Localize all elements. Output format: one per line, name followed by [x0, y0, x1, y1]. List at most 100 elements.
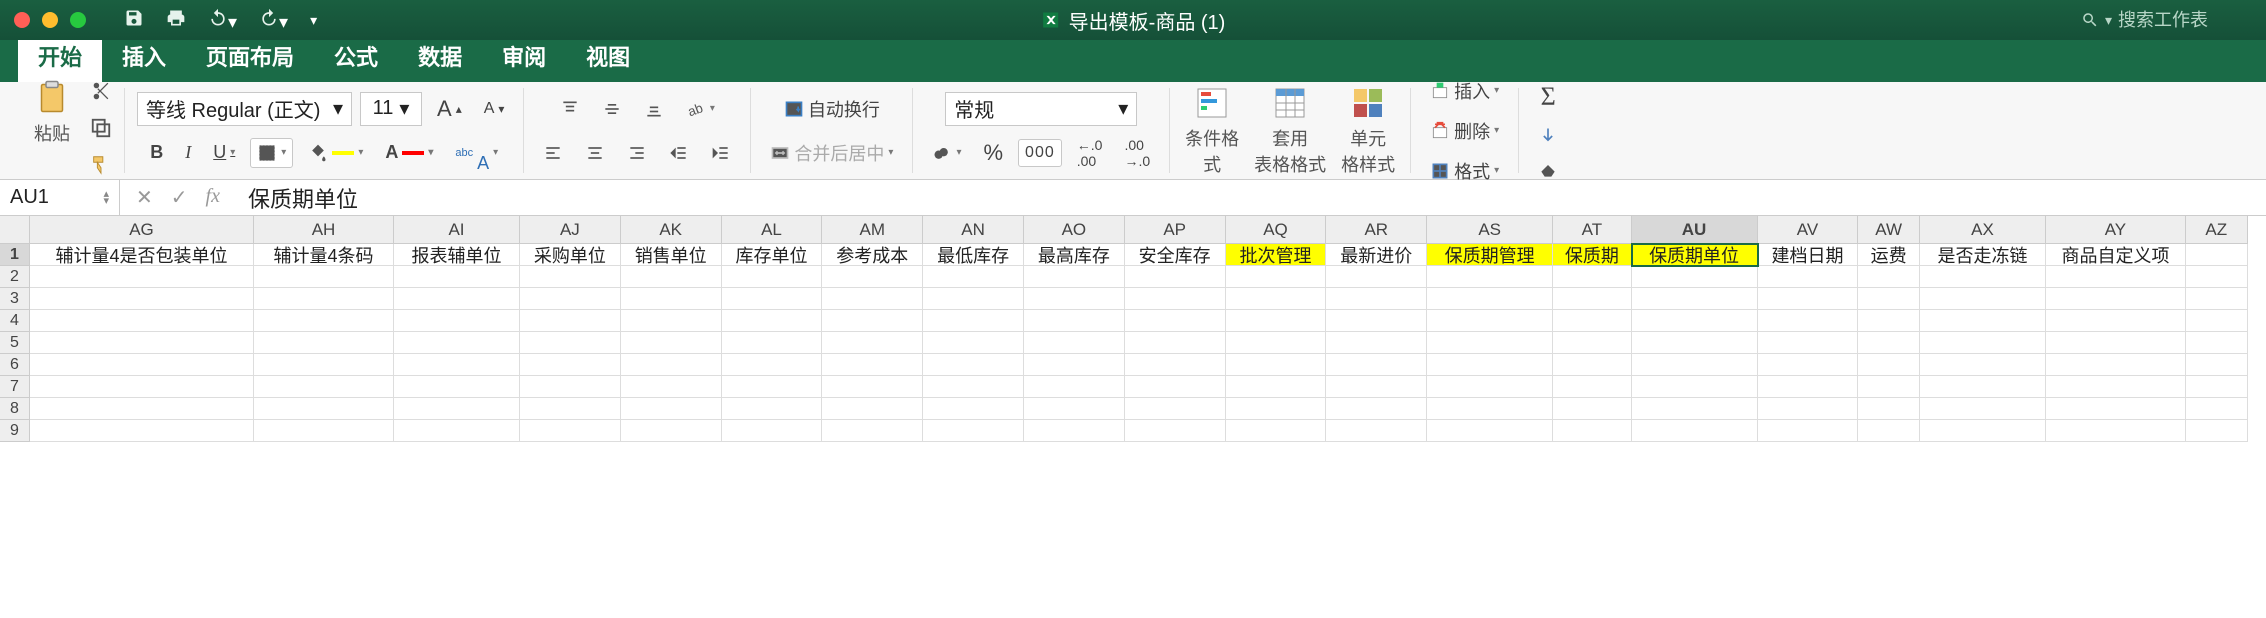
italic-button[interactable]: I [178, 137, 198, 168]
cell-AH6[interactable] [254, 354, 394, 376]
merge-center-button[interactable]: 合并后居中 ▾ [763, 135, 900, 171]
cancel-formula-icon[interactable]: ✕ [136, 185, 153, 210]
cell-AP1[interactable]: 安全库存 [1125, 244, 1226, 266]
align-right-button[interactable] [620, 138, 654, 168]
cell-AG9[interactable] [30, 420, 254, 442]
cell-AT1[interactable]: 保质期 [1553, 244, 1631, 266]
percent-button[interactable]: % [976, 135, 1010, 171]
cell-AK1[interactable]: 销售单位 [621, 244, 722, 266]
cell-AM1[interactable]: 参考成本 [822, 244, 923, 266]
column-header-AQ[interactable]: AQ [1226, 216, 1327, 244]
cell-AG1[interactable]: 辅计量4是否包装单位 [30, 244, 254, 266]
cell-AU2[interactable] [1632, 266, 1758, 288]
delete-cells-button[interactable]: 删除 ▾ [1423, 113, 1506, 149]
cell-AJ1[interactable]: 采购单位 [520, 244, 621, 266]
cell-AW2[interactable] [1858, 266, 1920, 288]
cell-AQ3[interactable] [1226, 288, 1327, 310]
column-header-AG[interactable]: AG [30, 216, 254, 244]
cell-AT2[interactable] [1553, 266, 1631, 288]
cell-AH5[interactable] [254, 332, 394, 354]
insert-cells-button[interactable]: 插入 ▾ [1423, 73, 1506, 109]
align-center-button[interactable] [578, 138, 612, 168]
cell-AW7[interactable] [1858, 376, 1920, 398]
font-name-select[interactable]: 等线 Regular (正文)▾ [137, 92, 352, 126]
cell-AW4[interactable] [1858, 310, 1920, 332]
column-header-AM[interactable]: AM [822, 216, 923, 244]
cell-AH3[interactable] [254, 288, 394, 310]
cell-AU8[interactable] [1632, 398, 1758, 420]
copy-icon[interactable] [90, 117, 112, 144]
autosum-button[interactable]: Σ [1534, 77, 1563, 117]
cell-AV2[interactable] [1758, 266, 1859, 288]
cell-AR2[interactable] [1326, 266, 1427, 288]
cell-AT8[interactable] [1553, 398, 1631, 420]
cell-AW9[interactable] [1858, 420, 1920, 442]
cell-AN9[interactable] [923, 420, 1024, 442]
cell-AJ8[interactable] [520, 398, 621, 420]
cell-AU3[interactable] [1632, 288, 1758, 310]
number-format-select[interactable]: 常规▾ [945, 92, 1137, 126]
cell-AR8[interactable] [1326, 398, 1427, 420]
cell-AS7[interactable] [1427, 376, 1553, 398]
cell-AV4[interactable] [1758, 310, 1859, 332]
cell-AI9[interactable] [394, 420, 520, 442]
cell-AN3[interactable] [923, 288, 1024, 310]
cell-AH9[interactable] [254, 420, 394, 442]
cell-AI4[interactable] [394, 310, 520, 332]
cell-AZ5[interactable] [2186, 332, 2248, 354]
cell-AR3[interactable] [1326, 288, 1427, 310]
cut-icon[interactable] [90, 80, 112, 107]
cell-AR5[interactable] [1326, 332, 1427, 354]
cell-AT4[interactable] [1553, 310, 1631, 332]
cell-AM2[interactable] [822, 266, 923, 288]
cell-AN1[interactable]: 最低库存 [923, 244, 1024, 266]
orientation-button[interactable]: ab▾ [679, 94, 722, 124]
cell-AG2[interactable] [30, 266, 254, 288]
fill-color-button[interactable]: ▾ [301, 138, 370, 168]
column-header-AX[interactable]: AX [1920, 216, 2046, 244]
cell-AH2[interactable] [254, 266, 394, 288]
column-header-AN[interactable]: AN [923, 216, 1024, 244]
cell-AS6[interactable] [1427, 354, 1553, 376]
increase-decimal-button[interactable]: ←.0.00 [1070, 132, 1110, 174]
select-all-corner[interactable] [0, 216, 29, 244]
row-header-2[interactable]: 2 [0, 266, 29, 288]
row-header-1[interactable]: 1 [0, 244, 29, 266]
cell-AK9[interactable] [621, 420, 722, 442]
close-window-button[interactable] [14, 12, 30, 28]
cell-AQ9[interactable] [1226, 420, 1327, 442]
cell-AL2[interactable] [722, 266, 823, 288]
cell-AG3[interactable] [30, 288, 254, 310]
cell-AW8[interactable] [1858, 398, 1920, 420]
cell-AI1[interactable]: 报表辅单位 [394, 244, 520, 266]
row-header-8[interactable]: 8 [0, 398, 29, 420]
cell-AU7[interactable] [1632, 376, 1758, 398]
cell-AG5[interactable] [30, 332, 254, 354]
cell-AI7[interactable] [394, 376, 520, 398]
cell-AJ6[interactable] [520, 354, 621, 376]
cell-AX6[interactable] [1920, 354, 2046, 376]
cell-AR7[interactable] [1326, 376, 1427, 398]
qat-customize-icon[interactable]: ▾ [310, 12, 317, 29]
cell-AQ1[interactable]: 批次管理 [1226, 244, 1327, 266]
cell-AS4[interactable] [1427, 310, 1553, 332]
cell-AH8[interactable] [254, 398, 394, 420]
cell-AM8[interactable] [822, 398, 923, 420]
cell-AP9[interactable] [1125, 420, 1226, 442]
row-header-7[interactable]: 7 [0, 376, 29, 398]
cell-AX2[interactable] [1920, 266, 2046, 288]
cell-AM5[interactable] [822, 332, 923, 354]
cell-AS2[interactable] [1427, 266, 1553, 288]
cell-AK5[interactable] [621, 332, 722, 354]
cell-AH4[interactable] [254, 310, 394, 332]
cell-AX1[interactable]: 是否走冻链 [1920, 244, 2046, 266]
formula-input[interactable]: 保质期单位 [236, 182, 2266, 214]
cell-AN8[interactable] [923, 398, 1024, 420]
cell-AL5[interactable] [722, 332, 823, 354]
fx-icon[interactable]: fx [206, 185, 220, 210]
cell-AK4[interactable] [621, 310, 722, 332]
cell-AZ9[interactable] [2186, 420, 2248, 442]
decrease-decimal-button[interactable]: .00→.0 [1117, 132, 1157, 174]
column-header-AP[interactable]: AP [1125, 216, 1226, 244]
maximize-window-button[interactable] [70, 12, 86, 28]
